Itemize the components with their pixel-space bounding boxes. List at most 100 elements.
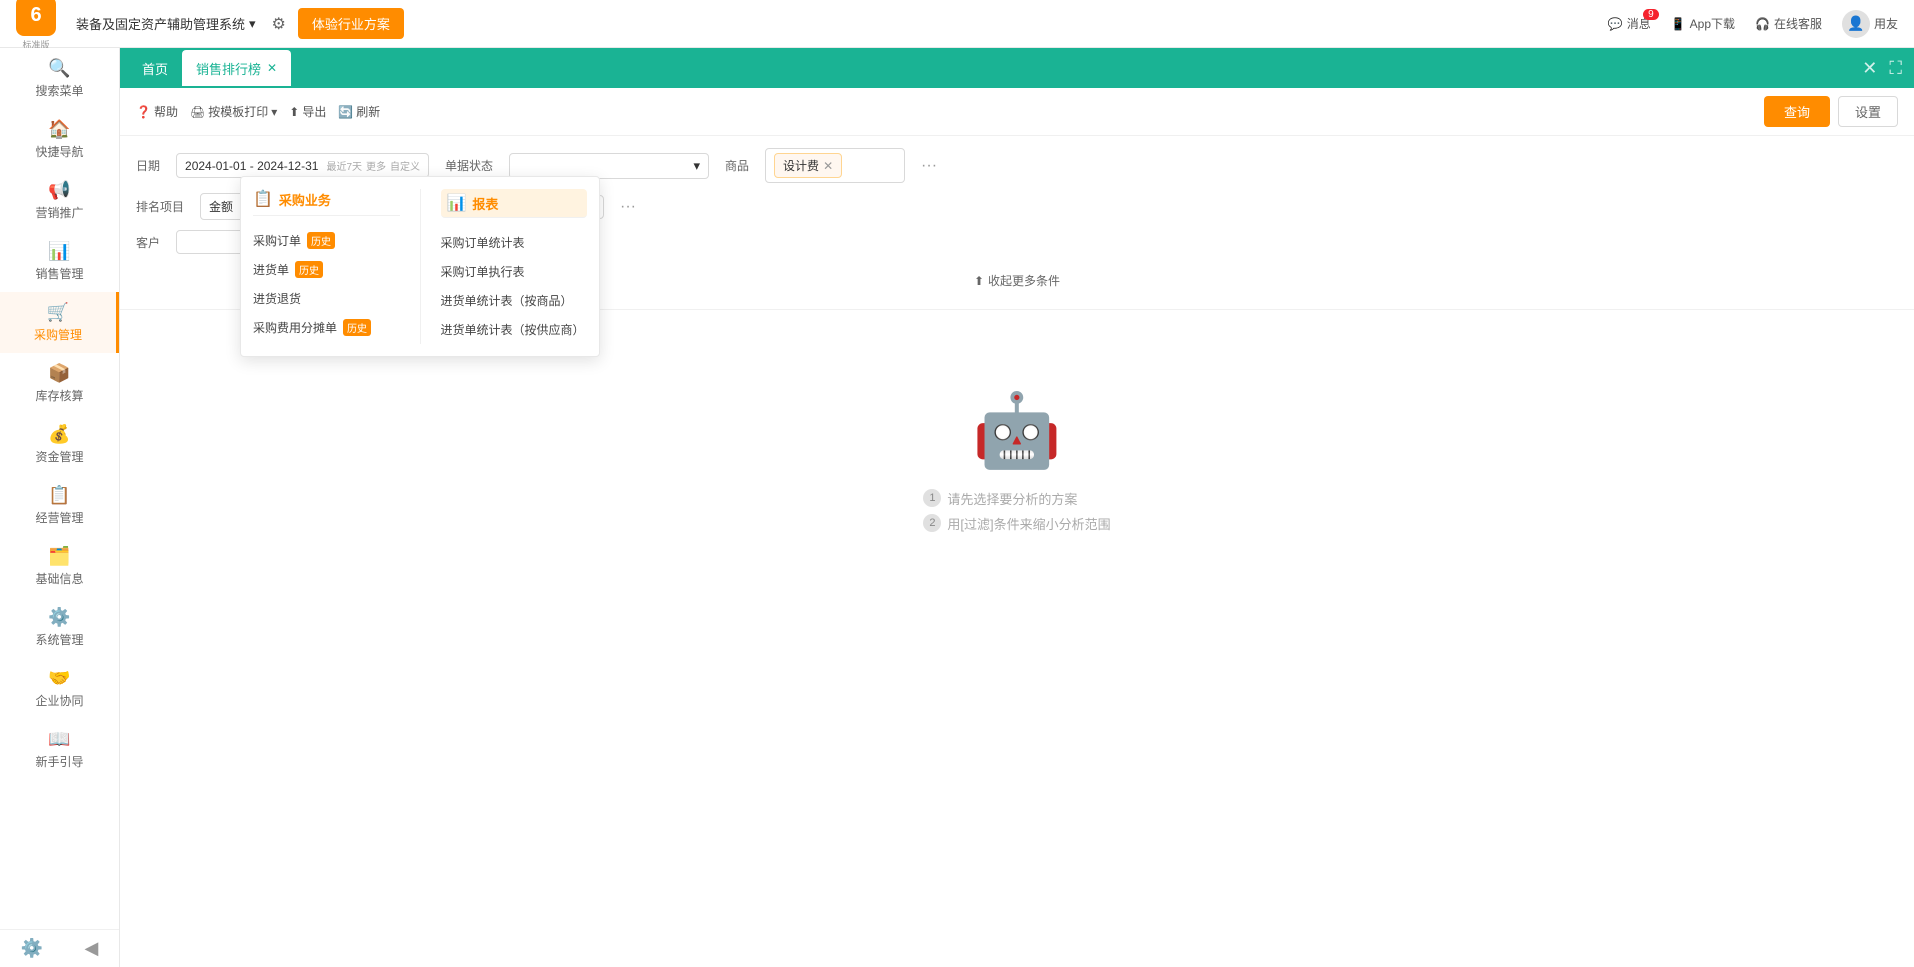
tab-bar: 首页 销售排行榜 ✕ ✕ ⛶ bbox=[120, 48, 1914, 88]
sidebar-item-finance[interactable]: 💰 资金管理 bbox=[0, 414, 119, 475]
order-stats-label: 采购订单统计表 bbox=[441, 234, 525, 251]
purchase-title-label: 采购业务 bbox=[279, 190, 331, 209]
sidebar-item-inventory[interactable]: 📦 库存核算 bbox=[0, 353, 119, 414]
goods-tag-remove[interactable]: ✕ bbox=[823, 159, 833, 173]
sidebar-item-system[interactable]: ⚙️ 系统管理 bbox=[0, 597, 119, 658]
dropdown-item-purchase-in[interactable]: 进货单 历史 bbox=[253, 255, 400, 284]
tab-sales-rank[interactable]: 销售排行榜 ✕ bbox=[182, 50, 291, 86]
tab-home-label: 首页 bbox=[142, 59, 168, 78]
main-content: ❓ 帮助 🖨 按模板打印 ▾ ⬆ 导出 🔄 bbox=[120, 88, 1914, 967]
sidebar-item-label: 库存核算 bbox=[35, 387, 83, 404]
sidebar-nav: 🔍 搜索菜单 🏠 快捷导航 📢 营销推广 📊 销售管理 🛒 采购管 bbox=[0, 48, 119, 929]
tip-num-2: 2 bbox=[923, 514, 941, 532]
dropdown-item-in-stats-supplier[interactable]: 进货单统计表（按供应商） bbox=[441, 315, 588, 344]
report-title-icon: 📊 bbox=[447, 193, 467, 213]
date-more[interactable]: 更多 bbox=[366, 158, 386, 173]
sidebar-item-basic[interactable]: 🗂️ 基础信息 bbox=[0, 536, 119, 597]
home-icon: 🏠 bbox=[48, 119, 70, 140]
export-label: 导出 bbox=[302, 103, 326, 120]
customer-label: 客户 bbox=[136, 234, 160, 251]
print-btn[interactable]: 🖨 按模板打印 ▾ bbox=[190, 103, 277, 120]
main-layout: 🔍 搜索菜单 🏠 快捷导航 📢 营销推广 📊 销售管理 🛒 采购管 bbox=[0, 48, 1914, 967]
goods-input[interactable]: 设计费 ✕ bbox=[765, 148, 905, 183]
tip-label-2: 用[过滤]条件来缩小分析范围 bbox=[947, 514, 1110, 533]
sidebar-item-collab[interactable]: 🤝 企业协同 bbox=[0, 658, 119, 719]
sidebar-item-nav[interactable]: 🏠 快捷导航 bbox=[0, 109, 119, 170]
sidebar-item-operation[interactable]: 📋 经营管理 bbox=[0, 475, 119, 536]
refresh-btn[interactable]: 🔄 刷新 bbox=[338, 103, 380, 120]
query-action-area: 查询 设置 bbox=[1764, 96, 1898, 127]
order-exec-label: 采购订单执行表 bbox=[441, 263, 525, 280]
tab-maximize-icon[interactable]: ⛶ bbox=[1885, 58, 1906, 79]
help-btn[interactable]: ❓ 帮助 bbox=[136, 103, 178, 120]
report-title-label: 报表 bbox=[472, 194, 498, 213]
print-label: 按模板打印 bbox=[208, 103, 268, 120]
sidebar-item-label: 企业协同 bbox=[35, 692, 83, 709]
sidebar-item-guide[interactable]: 📖 新手引导 bbox=[0, 719, 119, 780]
help-label: 帮助 bbox=[154, 103, 178, 120]
date-option-7days[interactable]: 最近7天 bbox=[326, 158, 362, 173]
collapse-btn[interactable]: ⬆ 收起更多条件 bbox=[974, 272, 1060, 289]
goods-tag-label: 设计费 bbox=[783, 157, 819, 174]
empty-tips: 1 请先选择要分析的方案 2 用[过滤]条件来缩小分析范围 bbox=[923, 489, 1110, 533]
system-title-dropdown[interactable]: 装备及固定资产辅助管理系统 ▾ bbox=[68, 14, 256, 33]
sidebar-item-search[interactable]: 🔍 搜索菜单 bbox=[0, 48, 119, 109]
sidebar: 🔍 搜索菜单 🏠 快捷导航 📢 营销推广 📊 销售管理 🛒 采购管 bbox=[0, 48, 120, 967]
top-right: 💬 消息 9 📱 App下载 🎧 在线客服 👤 用友 bbox=[1608, 10, 1898, 38]
settings-icon[interactable]: ⚙ bbox=[272, 14, 286, 34]
app-download-label: App下载 bbox=[1690, 15, 1735, 32]
app-download-btn[interactable]: 📱 App下载 bbox=[1671, 15, 1735, 32]
gear-icon: ⚙️ bbox=[48, 607, 70, 628]
message-icon: 💬 bbox=[1608, 17, 1623, 31]
app-container: 6 标准版 装备及固定资产辅助管理系统 ▾ ⚙ 体验行业方案 💬 消息 9 📱 … bbox=[0, 0, 1914, 967]
logo-icon: 6 bbox=[16, 0, 56, 36]
sidebar-item-purchase[interactable]: 🛒 采购管理 bbox=[0, 292, 119, 353]
print-icon: 🖨 bbox=[190, 105, 205, 119]
megaphone-icon: 📢 bbox=[48, 180, 70, 201]
handshake-icon: 🤝 bbox=[48, 668, 70, 689]
collapse-label: 收起更多条件 bbox=[988, 272, 1060, 289]
purchase-order-label: 采购订单 bbox=[253, 232, 301, 249]
collapse-sidebar-icon[interactable]: ◀ bbox=[84, 938, 98, 959]
date-range-input[interactable]: 2024-01-01 - 2024-12-31 最近7天 更多 自定义 bbox=[176, 153, 429, 178]
tab-close-all-icon[interactable]: ✕ bbox=[1858, 58, 1881, 79]
sidebar-item-sales[interactable]: 📊 销售管理 bbox=[0, 231, 119, 292]
dropdown-col-report: 📊 报表 采购订单统计表 采购订单执行表 进货单统计表（按商品） bbox=[429, 189, 600, 344]
sidebar-item-label: 基础信息 bbox=[35, 570, 83, 587]
history-badge-2: 历史 bbox=[295, 261, 323, 278]
user-btn[interactable]: 👤 用友 bbox=[1842, 10, 1898, 38]
settings-btn[interactable]: 设置 bbox=[1838, 96, 1898, 127]
cart-icon: 🛒 bbox=[47, 302, 69, 323]
salesman-more-dots[interactable]: ··· bbox=[620, 198, 636, 216]
tab-close-icon[interactable]: ✕ bbox=[267, 61, 277, 75]
industry-btn[interactable]: 体验行业方案 bbox=[298, 8, 404, 39]
online-service-btn[interactable]: 🎧 在线客服 bbox=[1755, 15, 1822, 32]
user-avatar: 👤 bbox=[1842, 10, 1870, 38]
sidebar-item-label: 新手引导 bbox=[35, 753, 83, 770]
money-icon: 💰 bbox=[48, 424, 70, 445]
dropdown-item-purchase-expense[interactable]: 采购费用分摊单 历史 bbox=[253, 313, 400, 342]
dropdown-item-purchase-return[interactable]: 进货退货 bbox=[253, 284, 400, 313]
sidebar-bottom: ⚙️ ◀ bbox=[0, 929, 119, 967]
voucher-status-select[interactable]: ▾ bbox=[509, 153, 709, 179]
toolbar: ❓ 帮助 🖨 按模板打印 ▾ ⬆ 导出 🔄 bbox=[120, 88, 1914, 136]
dropdown-item-order-exec[interactable]: 采购订单执行表 bbox=[441, 257, 588, 286]
empty-tip-1: 1 请先选择要分析的方案 bbox=[923, 489, 1110, 508]
settings-bottom-icon[interactable]: ⚙️ bbox=[21, 938, 43, 959]
sidebar-item-label: 资金管理 bbox=[35, 448, 83, 465]
date-custom[interactable]: 自定义 bbox=[390, 158, 420, 173]
sidebar-item-label: 采购管理 bbox=[34, 326, 82, 343]
phone-icon: 📱 bbox=[1671, 17, 1686, 31]
dropdown-item-purchase-order[interactable]: 采购订单 历史 bbox=[253, 226, 400, 255]
tab-home[interactable]: 首页 bbox=[128, 50, 182, 86]
export-btn[interactable]: ⬆ 导出 bbox=[289, 103, 326, 120]
goods-more-dots[interactable]: ··· bbox=[921, 157, 937, 175]
sidebar-item-marketing[interactable]: 📢 营销推广 bbox=[0, 170, 119, 231]
content-area: 首页 销售排行榜 ✕ ✕ ⛶ ❓ bbox=[120, 48, 1914, 967]
rank-label: 排名项目 bbox=[136, 198, 184, 215]
dropdown-item-order-stats[interactable]: 采购订单统计表 bbox=[441, 228, 588, 257]
query-btn[interactable]: 查询 bbox=[1764, 96, 1830, 127]
sidebar-item-label: 营销推广 bbox=[35, 204, 83, 221]
message-btn[interactable]: 💬 消息 9 bbox=[1608, 15, 1651, 32]
dropdown-item-in-stats-goods[interactable]: 进货单统计表（按商品） bbox=[441, 286, 588, 315]
